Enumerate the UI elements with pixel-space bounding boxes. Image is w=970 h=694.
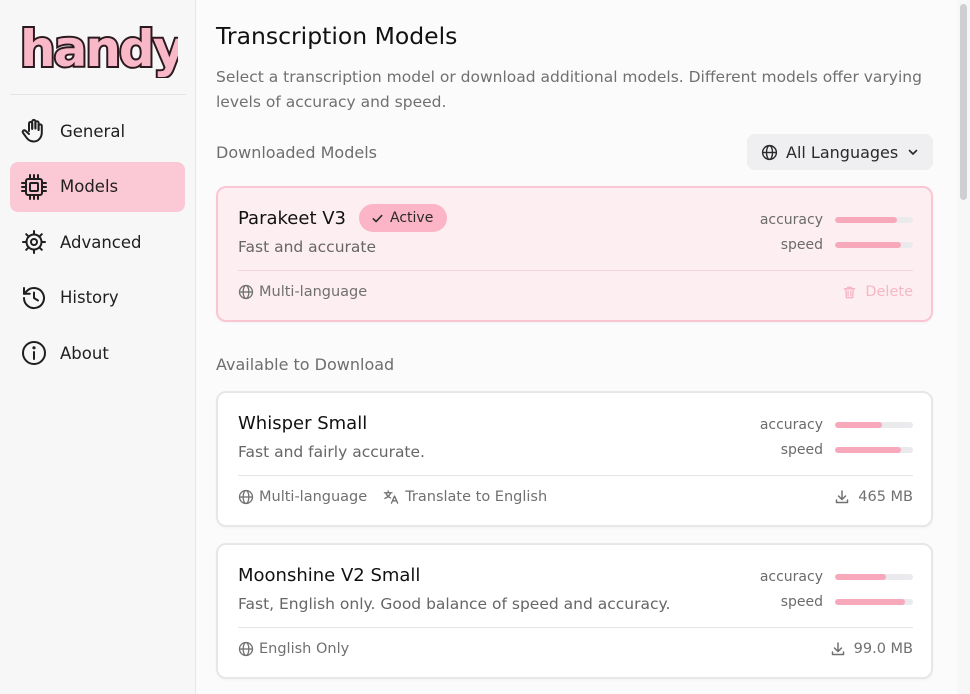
sidebar-item-label: General (60, 121, 126, 141)
main-content: Transcription Models Select a transcript… (197, 0, 957, 694)
delete-label: Delete (865, 284, 913, 300)
sidebar-item-general[interactable]: General (10, 106, 185, 156)
sidebar: handy General Models Advanced History Ab… (0, 0, 196, 694)
speed-label: speed (780, 442, 823, 458)
speed-fill (835, 447, 902, 453)
model-description: Fast, English only. Good balance of spee… (238, 595, 671, 613)
speed-track (835, 447, 913, 453)
model-size: 99.0 MB (853, 641, 913, 657)
speed-meter: speed (781, 237, 913, 253)
active-badge-label: Active (390, 210, 434, 226)
sidebar-item-label: About (60, 343, 109, 363)
sidebar-item-label: Advanced (60, 232, 142, 252)
speed-track (835, 599, 913, 605)
model-tags: English Only (238, 641, 365, 657)
tag-label: Multi-language (259, 284, 368, 300)
card-divider (238, 475, 913, 476)
sidebar-item-advanced[interactable]: Advanced (10, 217, 185, 267)
tag-multi-language: Multi-language (238, 489, 367, 505)
accuracy-meter: accuracy (760, 417, 913, 433)
speed-label: speed (780, 237, 823, 253)
model-card-whisper-small[interactable]: Whisper Small Fast and fairly accurate. … (216, 391, 933, 527)
language-filter-dropdown[interactable]: All Languages (747, 134, 933, 170)
accuracy-fill (835, 217, 898, 223)
downloaded-section-label: Downloaded Models (216, 143, 377, 162)
sidebar-divider (10, 94, 186, 95)
model-card-parakeet-v3[interactable]: Parakeet V3 Active Fast and accurate acc… (216, 186, 933, 322)
download-icon (834, 489, 850, 505)
speed-fill (835, 242, 902, 248)
accuracy-label: accuracy (759, 569, 823, 585)
speed-label: speed (780, 594, 823, 610)
scrollbar-thumb[interactable] (960, 4, 967, 200)
tag-english-only: English Only (238, 641, 349, 657)
sidebar-item-label: History (60, 288, 119, 307)
model-name: Moonshine V2 Small (238, 565, 421, 586)
history-icon (20, 284, 48, 312)
tag-label: Multi-language (259, 489, 368, 505)
delete-button[interactable]: Delete (842, 284, 913, 300)
check-icon (371, 212, 384, 225)
globe-icon (238, 489, 254, 505)
translate-icon (383, 489, 400, 505)
accuracy-meter: accuracy (760, 212, 913, 228)
app-logo: handy (18, 16, 178, 78)
tag-label: Translate to English (405, 489, 548, 505)
globe-icon (761, 144, 778, 161)
accuracy-label: accuracy (759, 212, 823, 228)
accuracy-fill (835, 422, 882, 428)
sidebar-item-label: Models (60, 177, 119, 196)
card-divider (238, 627, 913, 628)
model-description: Fast and fairly accurate. (238, 443, 425, 461)
accuracy-track (835, 422, 913, 428)
accuracy-fill (835, 574, 886, 580)
globe-icon (238, 284, 254, 300)
sidebar-item-models[interactable]: Models (10, 161, 185, 212)
speed-meter: speed (781, 594, 913, 610)
download-button[interactable]: 99.0 MB (830, 641, 913, 657)
download-button[interactable]: 465 MB (834, 489, 913, 505)
sidebar-item-history[interactable]: History (10, 273, 185, 323)
accuracy-meter: accuracy (760, 569, 913, 585)
hand-icon (20, 117, 48, 145)
sidebar-nav: General Models Advanced History About (10, 106, 185, 384)
model-tags: Multi-language Translate to English (238, 489, 563, 505)
page-title: Transcription Models (216, 22, 458, 50)
page-description: Select a transcription model or download… (216, 68, 922, 111)
sidebar-item-about[interactable]: About (10, 328, 185, 378)
active-badge: Active (359, 204, 448, 232)
scrollbar[interactable] (957, 0, 970, 694)
download-icon (830, 641, 846, 657)
model-name: Whisper Small (238, 413, 368, 434)
info-icon (20, 339, 48, 367)
card-divider (238, 270, 913, 271)
accuracy-label: accuracy (759, 417, 823, 433)
trash-icon (842, 285, 857, 300)
speed-track (835, 242, 913, 248)
model-description: Fast and accurate (238, 238, 377, 256)
model-tags: Multi-language (238, 284, 383, 300)
speed-fill (835, 599, 906, 605)
chip-icon (20, 173, 48, 201)
chevron-down-icon (906, 145, 920, 159)
globe-icon (238, 641, 254, 657)
model-card-moonshine-v2-small[interactable]: Moonshine V2 Small Fast, English only. G… (216, 543, 933, 679)
model-size: 465 MB (858, 489, 913, 505)
cog-icon (20, 228, 48, 256)
speed-meter: speed (781, 442, 913, 458)
model-name: Parakeet V3 (238, 208, 346, 229)
tag-translate: Translate to English (383, 489, 547, 505)
tag-label: English Only (259, 641, 350, 657)
app-logo-text: handy (20, 20, 178, 78)
available-section-label: Available to Download (216, 355, 395, 374)
tag-multi-language: Multi-language (238, 284, 367, 300)
accuracy-track (835, 574, 913, 580)
accuracy-track (835, 217, 913, 223)
language-filter-label: All Languages (786, 142, 899, 162)
